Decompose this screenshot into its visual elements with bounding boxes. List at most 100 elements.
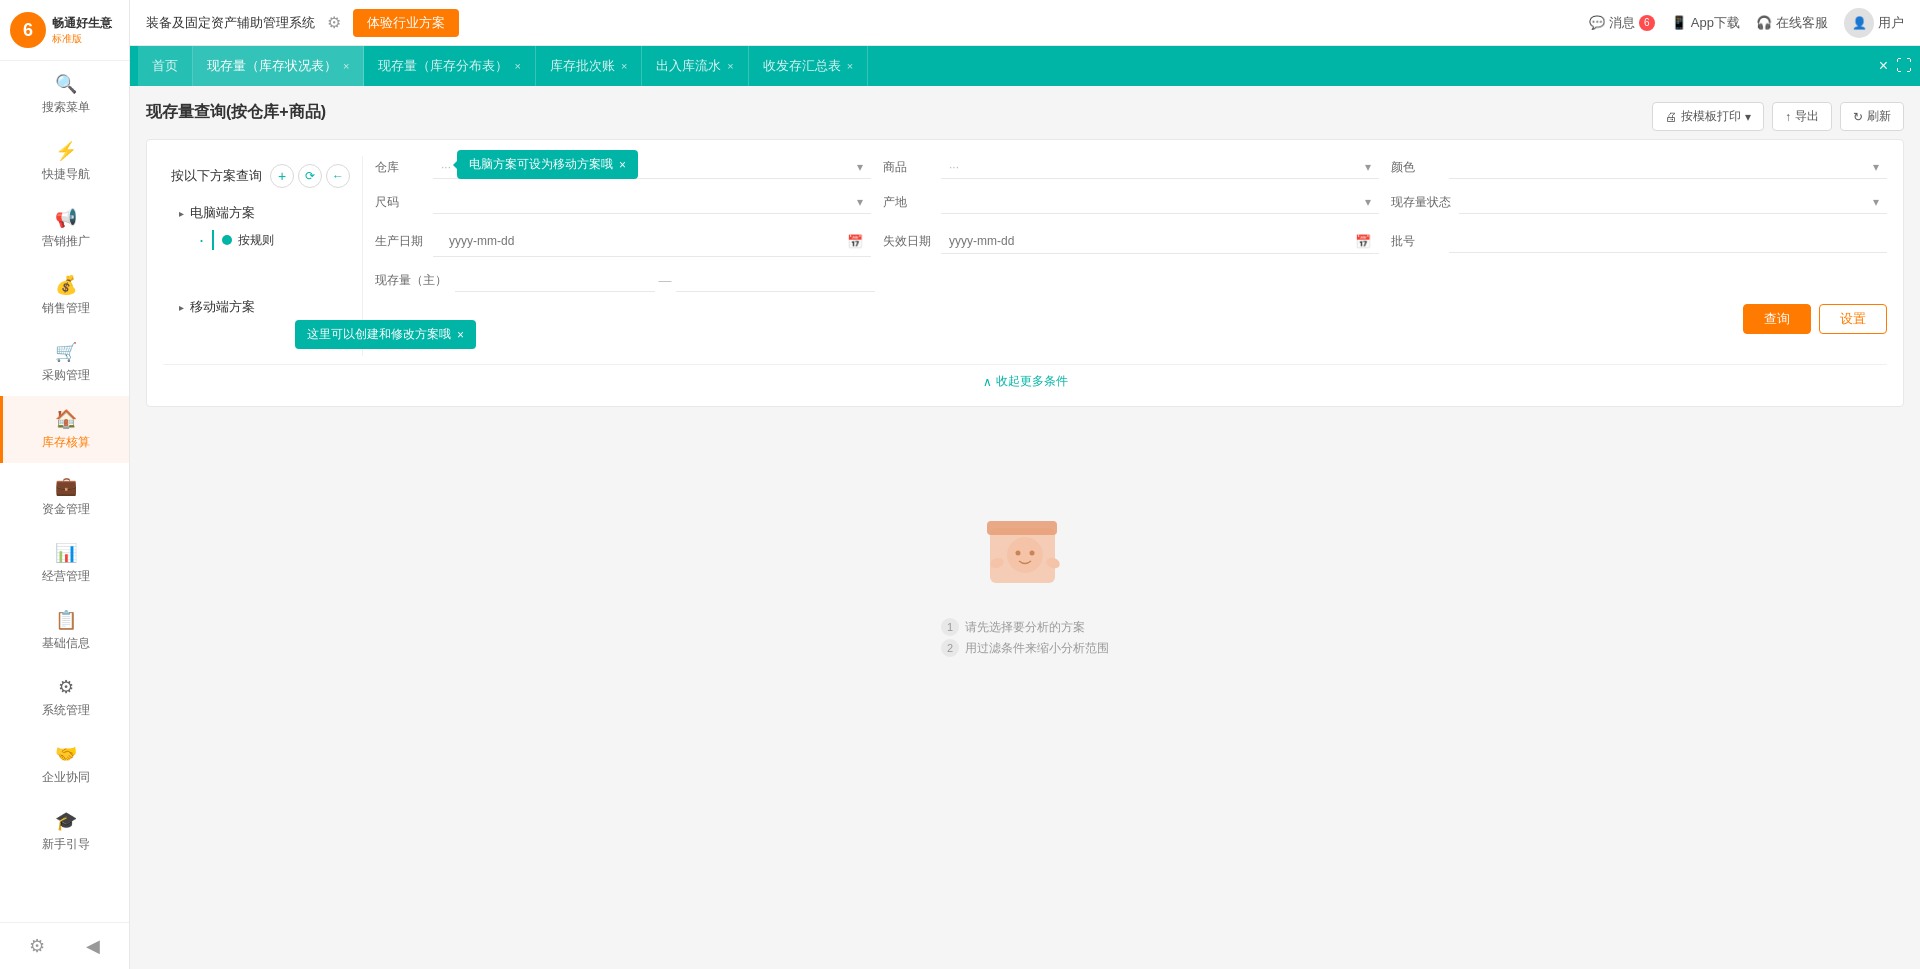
stock-main-to[interactable] xyxy=(676,269,876,292)
message-icon: 💬 xyxy=(1589,15,1605,30)
tab-home[interactable]: 首页 xyxy=(138,46,193,86)
stock-main-from[interactable] xyxy=(455,269,655,292)
empty-steps: 1 请先选择要分析的方案 2 用过滤条件来缩小分析范围 xyxy=(941,615,1109,660)
avatar-icon: 👤 xyxy=(1852,16,1867,30)
sidebar-item-finance[interactable]: 💼 资金管理 xyxy=(0,463,129,530)
sidebar-item-search[interactable]: 🔍 搜索菜单 xyxy=(0,61,129,128)
sidebar-item-inventory-label: 库存核算 xyxy=(42,434,90,451)
pc-plan-item[interactable]: ▸ 电脑端方案 xyxy=(171,200,354,226)
goods-dots: ··· xyxy=(949,160,959,174)
print-dropdown-icon: ▾ xyxy=(1745,110,1751,124)
tab-batch-account-close[interactable]: × xyxy=(621,60,627,72)
sidebar-item-system-label: 系统管理 xyxy=(42,702,90,719)
refresh-plan-btn[interactable]: ⟳ xyxy=(298,164,322,188)
tab-recv-summary-close[interactable]: × xyxy=(847,60,853,72)
stock-state-dropdown-icon: ▾ xyxy=(1873,195,1879,209)
export-btn[interactable]: ↑ 导出 xyxy=(1772,102,1832,131)
stock-state-label: 现存量状态 xyxy=(1391,194,1451,211)
empty-illustration xyxy=(975,503,1075,593)
back-plan-btn[interactable]: ← xyxy=(326,164,350,188)
expire-date-calendar-icon[interactable]: 📅 xyxy=(1355,234,1371,249)
tab-batch-account-label: 库存批次账 xyxy=(550,57,615,75)
logo-area: 6 畅通好生意 标准版 xyxy=(0,0,129,61)
search-icon: 🔍 xyxy=(55,73,77,95)
stock-state-select[interactable]: ▾ xyxy=(1459,191,1887,214)
step-1: 1 请先选择要分析的方案 xyxy=(941,618,1109,636)
mobile-plan-arrow: ▸ xyxy=(179,302,184,313)
origin-label: 产地 xyxy=(883,194,933,211)
stock-main-label: 现存量（主） xyxy=(375,272,447,289)
tab-maximize-icon[interactable]: ⛶ xyxy=(1896,57,1912,75)
settings-icon[interactable]: ⚙ xyxy=(327,13,341,32)
produce-date-field: 生产日期 📅 xyxy=(375,226,871,257)
mobile-plan-item[interactable]: ▸ 移动端方案 xyxy=(171,294,354,320)
tab-inout-flow[interactable]: 出入库流水 × xyxy=(642,46,748,86)
origin-select[interactable]: ▾ xyxy=(941,191,1379,214)
tab-close-all-icon[interactable]: × xyxy=(1879,57,1888,75)
step-1-num: 1 xyxy=(941,618,959,636)
svg-point-2 xyxy=(1007,537,1043,573)
sidebar-item-sales[interactable]: 💰 销售管理 xyxy=(0,262,129,329)
size-dropdown-icon: ▾ xyxy=(857,195,863,209)
filter-panel: 电脑方案可设为移动方案哦 × 这里可以创建和修改方案哦 × 按以下方案查询 + … xyxy=(146,139,1904,407)
sidebar-item-base[interactable]: 📋 基础信息 xyxy=(0,597,129,664)
sidebar-item-operations[interactable]: 📊 经营管理 xyxy=(0,530,129,597)
goods-dropdown-icon: ▾ xyxy=(1365,160,1371,174)
tab-inventory-dist[interactable]: 现存量（库存分布表） × xyxy=(364,46,535,86)
tooltip-create-close[interactable]: × xyxy=(457,328,464,342)
messages-action[interactable]: 💬 消息 6 xyxy=(1589,14,1655,32)
produce-date-calendar-icon[interactable]: 📅 xyxy=(847,234,863,249)
print-icon: 🖨 xyxy=(1665,110,1677,124)
user-action[interactable]: 👤 用户 xyxy=(1844,8,1904,38)
tab-inout-flow-label: 出入库流水 xyxy=(656,57,721,75)
goods-select[interactable]: ··· ▾ xyxy=(941,156,1379,179)
collapse-sidebar-btn[interactable]: ◀ xyxy=(86,935,100,957)
purchase-icon: 🛒 xyxy=(55,341,77,363)
color-select[interactable]: ▾ xyxy=(1449,156,1887,179)
produce-date-label: 生产日期 xyxy=(375,233,425,250)
batch-no-input[interactable] xyxy=(1449,230,1887,253)
tab-inventory-status-close[interactable]: × xyxy=(343,60,349,72)
color-label: 颜色 xyxy=(1391,159,1441,176)
tooltip-plan-close[interactable]: × xyxy=(619,158,626,172)
tab-inventory-dist-close[interactable]: × xyxy=(514,60,520,72)
app-download-action[interactable]: 📱 App下载 xyxy=(1671,14,1740,32)
sidebar-item-purchase[interactable]: 🛒 采购管理 xyxy=(0,329,129,396)
tab-inout-flow-close[interactable]: × xyxy=(727,60,733,72)
expire-date-input[interactable] xyxy=(949,234,1351,248)
sidebar-item-enterprise[interactable]: 🤝 企业协同 xyxy=(0,731,129,798)
tab-batch-account[interactable]: 库存批次账 × xyxy=(536,46,642,86)
page-actions: 🖨 按模板打印 ▾ ↑ 导出 ↻ 刷新 xyxy=(1652,102,1904,131)
sidebar-item-quicknav[interactable]: ⚡ 快捷导航 xyxy=(0,128,129,195)
expire-date-label: 失效日期 xyxy=(883,233,933,250)
refresh-icon: ↻ xyxy=(1853,110,1863,124)
size-select[interactable]: ▾ xyxy=(433,191,871,214)
template-print-btn[interactable]: 🖨 按模板打印 ▾ xyxy=(1652,102,1764,131)
tab-bar: 首页 现存量（库存状况表） × 现存量（库存分布表） × 库存批次账 × 出入库… xyxy=(130,46,1920,86)
search-btn[interactable]: 查询 xyxy=(1743,304,1811,334)
settings-bottom-btn[interactable]: ⚙ xyxy=(29,935,45,957)
tab-inventory-status[interactable]: 现存量（库存状况表） × xyxy=(193,46,364,86)
collapse-btn[interactable]: ∧ 收起更多条件 xyxy=(983,373,1068,390)
add-plan-btn[interactable]: + xyxy=(270,164,294,188)
app-download-label: App下载 xyxy=(1691,14,1740,32)
step-2: 2 用过滤条件来缩小分析范围 xyxy=(941,639,1109,657)
mobile-plan-label: 移动端方案 xyxy=(190,298,255,316)
tab-recv-summary-label: 收发存汇总表 xyxy=(763,57,841,75)
reset-btn[interactable]: 设置 xyxy=(1819,304,1887,334)
online-support-action[interactable]: 🎧 在线客服 xyxy=(1756,14,1828,32)
pc-plan-arrow: ▸ xyxy=(179,208,184,219)
goods-field: 商品 ··· ▾ xyxy=(883,156,1379,179)
experience-btn[interactable]: 体验行业方案 xyxy=(353,9,459,37)
filter-right: 仓库 ··· ▾ 商品 ··· ▾ xyxy=(363,156,1887,356)
sidebar-item-system[interactable]: ⚙ 系统管理 xyxy=(0,664,129,731)
sidebar-item-inventory[interactable]: 🏠 库存核算 xyxy=(0,396,129,463)
tab-recv-summary[interactable]: 收发存汇总表 × xyxy=(749,46,868,86)
sidebar-item-marketing[interactable]: 📢 营销推广 xyxy=(0,195,129,262)
tooltip-create: 这里可以创建和修改方案哦 × xyxy=(295,320,476,349)
sidebar-item-guide[interactable]: 🎓 新手引导 xyxy=(0,798,129,865)
filter-footer: ∧ 收起更多条件 xyxy=(163,364,1887,390)
sidebar-item-search-label: 搜索菜单 xyxy=(42,99,90,116)
refresh-btn[interactable]: ↻ 刷新 xyxy=(1840,102,1904,131)
produce-date-input[interactable] xyxy=(441,230,843,252)
